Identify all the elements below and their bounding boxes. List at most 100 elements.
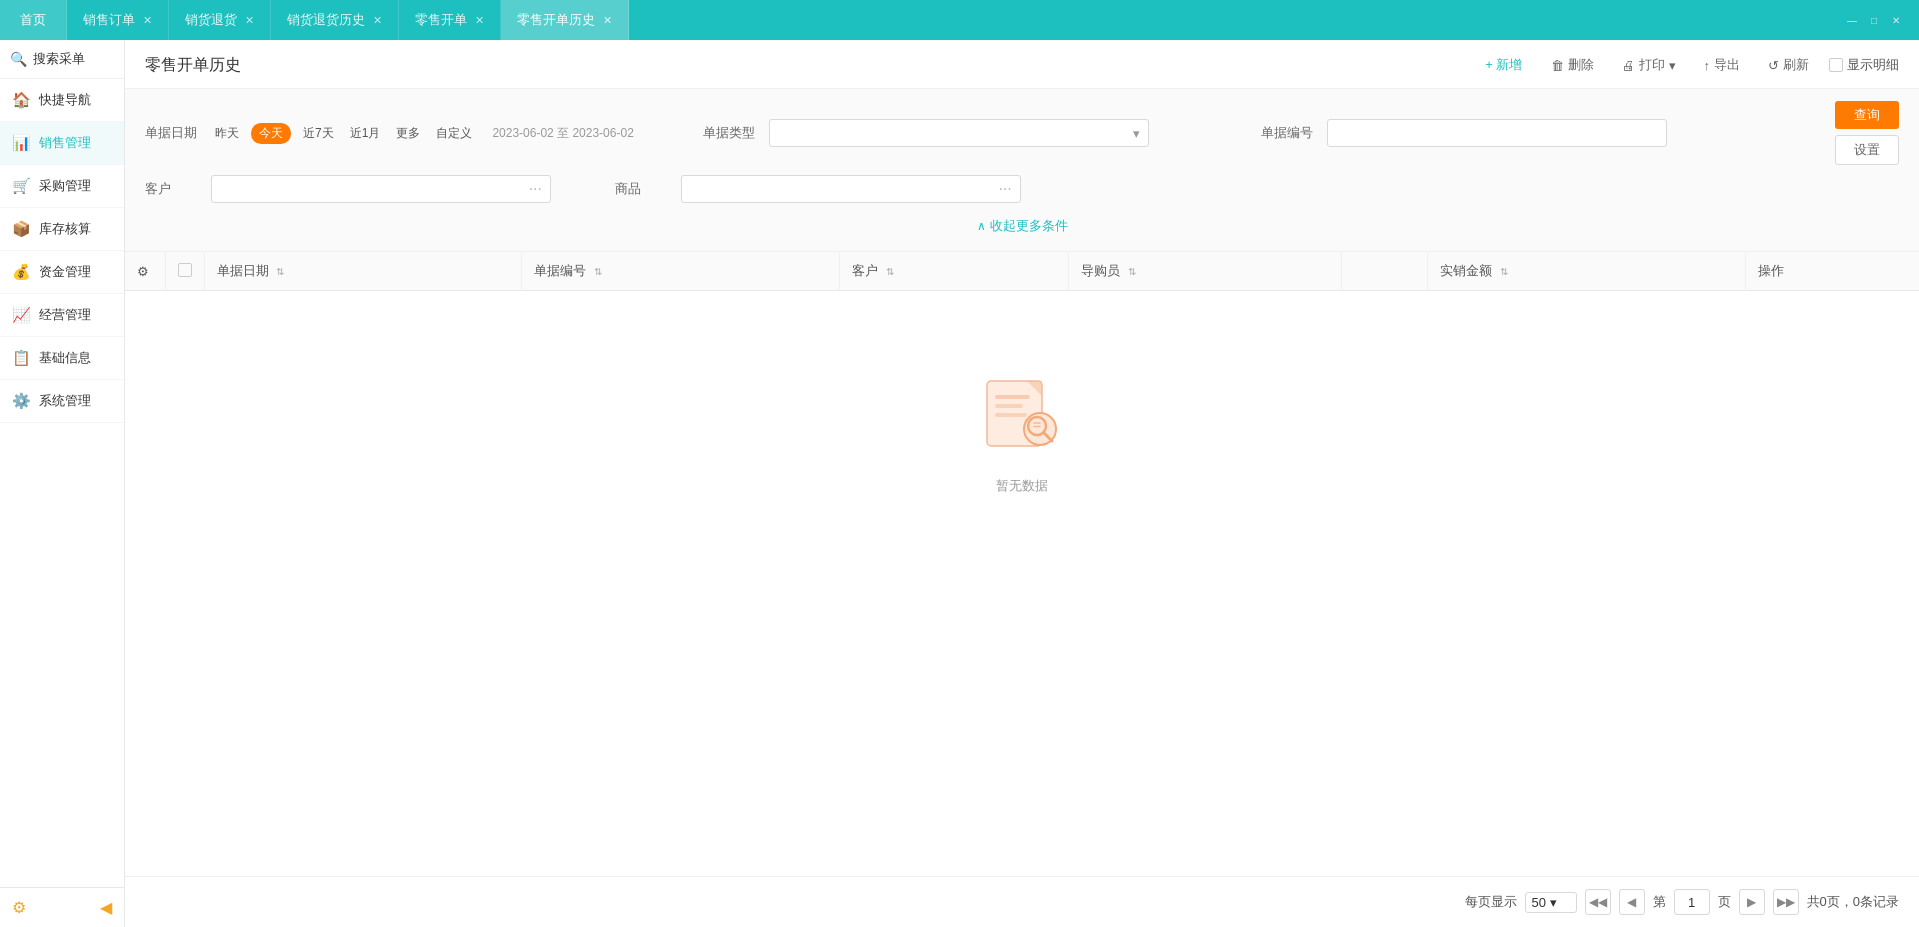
th-guide[interactable]: 导购员 ⇅ xyxy=(1069,252,1342,291)
doc-no-input-group xyxy=(1327,119,1667,147)
table-gear-icon[interactable]: ⚙ xyxy=(137,264,149,279)
tab-sales-order[interactable]: 销售订单 ✕ xyxy=(67,0,169,40)
first-page-icon: ◀◀ xyxy=(1589,895,1607,909)
th-customer-label: 客户 xyxy=(852,263,878,278)
sidebar-menu: 🏠 快捷导航 📊 销售管理 🛒 采购管理 📦 库存核算 💰 资金管理 📈 xyxy=(0,79,124,887)
tab-home[interactable]: 首页 xyxy=(0,0,67,40)
tab-retail-open-close[interactable]: ✕ xyxy=(475,14,484,27)
tab-retail-open-history[interactable]: 零售开单历史 ✕ xyxy=(501,0,629,40)
per-page-arrow: ▾ xyxy=(1550,895,1557,910)
tab-retail-open-history-close[interactable]: ✕ xyxy=(603,14,612,27)
basic-info-icon: 📋 xyxy=(12,349,31,367)
th-guide-label: 导购员 xyxy=(1081,263,1120,278)
show-detail-label: 显示明细 xyxy=(1847,56,1899,74)
per-page-select[interactable]: 50 ▾ xyxy=(1525,892,1577,913)
sidebar-item-inventory[interactable]: 📦 库存核算 xyxy=(0,208,124,251)
quick-nav-icon: 🏠 xyxy=(12,91,31,109)
doc-no-input[interactable] xyxy=(1336,126,1658,141)
tab-sales-order-label: 销售订单 xyxy=(83,11,135,29)
sidebar-item-finance-label: 资金管理 xyxy=(39,263,91,281)
date-more[interactable]: 更多 xyxy=(392,123,424,144)
sidebar-item-inventory-label: 库存核算 xyxy=(39,220,91,238)
add-button[interactable]: + 新增 xyxy=(1477,52,1530,78)
tab-sales-return[interactable]: 销货退货 ✕ xyxy=(169,0,271,40)
date-last7[interactable]: 近7天 xyxy=(299,123,338,144)
sidebar-item-quick-nav[interactable]: 🏠 快捷导航 xyxy=(0,79,124,122)
minimize-button[interactable]: — xyxy=(1845,13,1859,27)
date-last-month[interactable]: 近1月 xyxy=(346,123,385,144)
customer-input[interactable] xyxy=(220,182,529,197)
page-label: 第 xyxy=(1653,893,1666,911)
settings-button[interactable]: 设置 xyxy=(1835,135,1899,165)
goods-dots[interactable]: ··· xyxy=(998,180,1011,198)
date-yesterday[interactable]: 昨天 xyxy=(211,123,243,144)
first-page-button[interactable]: ◀◀ xyxy=(1585,889,1611,915)
query-button[interactable]: 查询 xyxy=(1835,101,1899,129)
svg-rect-2 xyxy=(995,395,1030,399)
table-body: 暂无数据 xyxy=(125,291,1919,576)
page-title: 零售开单历史 xyxy=(145,55,241,76)
goods-input[interactable] xyxy=(690,182,999,197)
guide-sort-icon: ⇅ xyxy=(1128,266,1136,277)
sidebar-item-sales-mgmt[interactable]: 📊 销售管理 xyxy=(0,122,124,165)
sidebar-item-system[interactable]: ⚙️ 系统管理 xyxy=(0,380,124,423)
prev-page-button[interactable]: ◀ xyxy=(1619,889,1645,915)
th-date[interactable]: 单据日期 ⇅ xyxy=(204,252,522,291)
th-number[interactable]: 单据编号 ⇅ xyxy=(522,252,840,291)
last-page-button[interactable]: ▶▶ xyxy=(1773,889,1799,915)
delete-button-label: 删除 xyxy=(1568,56,1594,74)
pagination: 每页显示 50 ▾ ◀◀ ◀ 第 1 页 ▶ ▶▶ 共0页，0条记录 xyxy=(125,876,1919,927)
doc-type-arrow: ▾ xyxy=(1133,126,1140,141)
th-action-label: 操作 xyxy=(1758,263,1784,278)
sidebar-search-label: 搜索采单 xyxy=(33,50,85,68)
sidebar-item-basic-info[interactable]: 📋 基础信息 xyxy=(0,337,124,380)
sidebar-settings-icon[interactable]: ⚙ xyxy=(12,898,26,917)
customer-dots[interactable]: ··· xyxy=(529,180,542,198)
date-custom[interactable]: 自定义 xyxy=(432,123,476,144)
date-today[interactable]: 今天 xyxy=(251,123,291,144)
system-icon: ⚙️ xyxy=(12,392,31,410)
query-buttons: 查询 设置 xyxy=(1835,101,1899,165)
show-detail-checkbox[interactable] xyxy=(1829,58,1843,72)
sidebar-collapse-icon[interactable]: ◀ xyxy=(100,898,112,917)
tab-sales-return-history[interactable]: 销货退货历史 ✕ xyxy=(271,0,399,40)
search-icon: 🔍 xyxy=(10,51,27,67)
maximize-button[interactable]: □ xyxy=(1867,13,1881,27)
print-button[interactable]: 🖨 打印 ▾ xyxy=(1614,52,1684,78)
refresh-button[interactable]: ↺ 刷新 xyxy=(1760,52,1817,78)
th-amount[interactable]: 实销金额 ⇅ xyxy=(1428,252,1746,291)
operations-icon: 📈 xyxy=(12,306,31,324)
collapse-more-button[interactable]: ∧ 收起更多条件 xyxy=(977,213,1068,239)
doc-type-select[interactable]: ▾ xyxy=(769,119,1149,147)
tab-sales-return-history-close[interactable]: ✕ xyxy=(373,14,382,27)
sidebar-item-purchase-mgmt[interactable]: 🛒 采购管理 xyxy=(0,165,124,208)
sidebar-item-basic-info-label: 基础信息 xyxy=(39,349,91,367)
tab-sales-order-close[interactable]: ✕ xyxy=(143,14,152,27)
date-shortcuts: 昨天 今天 近7天 近1月 更多 自定义 xyxy=(211,123,476,144)
add-button-label: + 新增 xyxy=(1485,56,1522,74)
sidebar-search[interactable]: 🔍 搜索采单 xyxy=(0,40,124,79)
content-area: 零售开单历史 + 新增 🗑 删除 🖨 打印 ▾ ↑ 导出 xyxy=(125,40,1919,927)
page-number-input[interactable]: 1 xyxy=(1674,889,1710,915)
next-page-button[interactable]: ▶ xyxy=(1739,889,1765,915)
export-button[interactable]: ↑ 导出 xyxy=(1696,52,1749,78)
per-page-label: 每页显示 xyxy=(1465,893,1517,911)
sidebar-item-finance[interactable]: 💰 资金管理 xyxy=(0,251,124,294)
tab-retail-open-history-label: 零售开单历史 xyxy=(517,11,595,29)
customer-label: 客户 xyxy=(145,180,201,198)
date-range-display: 2023-06-02 至 2023-06-02 xyxy=(492,125,633,142)
prev-page-icon: ◀ xyxy=(1627,895,1636,909)
tab-retail-open[interactable]: 零售开单 ✕ xyxy=(399,0,501,40)
close-button[interactable]: ✕ xyxy=(1889,13,1903,27)
tab-sales-return-close[interactable]: ✕ xyxy=(245,14,254,27)
tab-sales-return-label: 销货退货 xyxy=(185,11,237,29)
delete-button[interactable]: 🗑 删除 xyxy=(1543,52,1602,78)
sidebar-item-operations[interactable]: 📈 经营管理 xyxy=(0,294,124,337)
show-detail-toggle[interactable]: 显示明细 xyxy=(1829,56,1899,74)
select-all-checkbox[interactable] xyxy=(178,263,192,277)
date-sort-icon: ⇅ xyxy=(276,266,284,277)
sidebar: 🔍 搜索采单 🏠 快捷导航 📊 销售管理 🛒 采购管理 📦 库存核算 💰 xyxy=(0,40,125,927)
table-area: ⚙ 单据日期 ⇅ 单据编号 ⇅ xyxy=(125,252,1919,876)
th-customer[interactable]: 客户 ⇅ xyxy=(840,252,1069,291)
sidebar-bottom: ⚙ ◀ xyxy=(0,887,124,927)
